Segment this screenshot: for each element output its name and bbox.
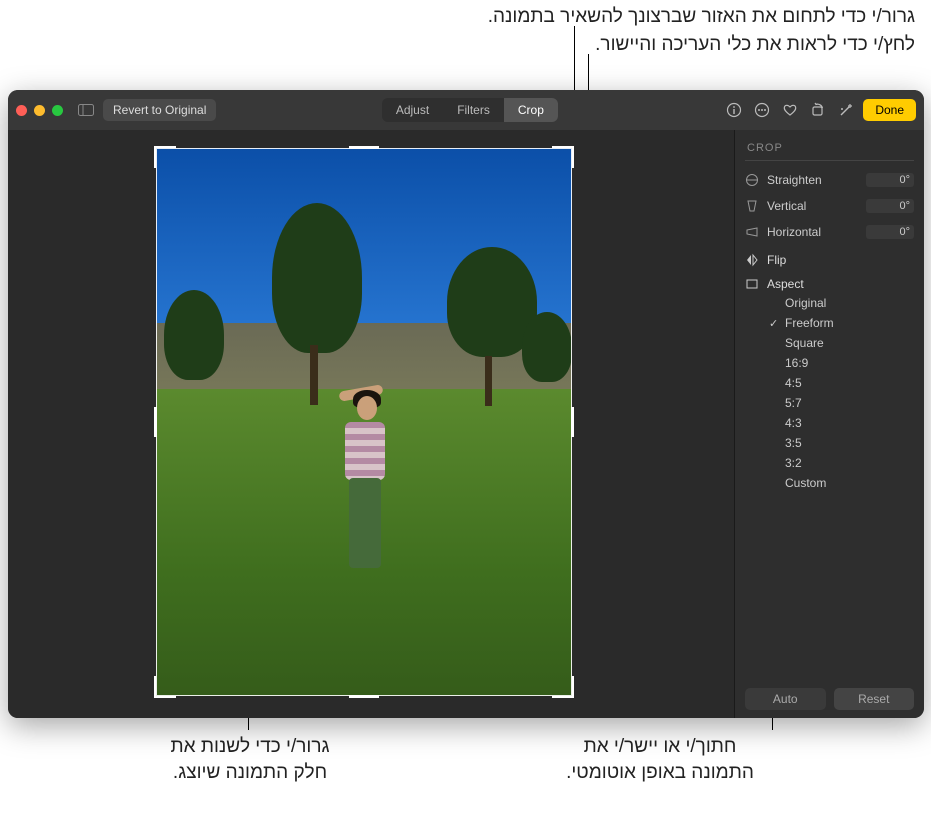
aspect-35[interactable]: 3:5 <box>769 433 914 453</box>
aspect-57[interactable]: 5:7 <box>769 393 914 413</box>
crop-handle-tr[interactable] <box>552 146 574 168</box>
crop-region[interactable] <box>156 148 572 696</box>
straighten-row[interactable]: Straighten 0° <box>745 170 914 190</box>
aspect-original-label: Original <box>785 296 826 310</box>
aspect-freeform[interactable]: ✓Freeform <box>769 313 914 333</box>
aspect-43[interactable]: 4:3 <box>769 413 914 433</box>
crop-handle-tl[interactable] <box>154 146 176 168</box>
toolbar: Revert to Original Adjust Filters Crop D… <box>8 90 924 131</box>
flip-label: Flip <box>763 253 786 267</box>
straighten-icon <box>745 173 763 187</box>
vertical-value[interactable]: 0° <box>866 199 914 213</box>
window-controls <box>16 105 63 116</box>
fullscreen-button[interactable] <box>52 105 63 116</box>
close-button[interactable] <box>16 105 27 116</box>
aspect-icon <box>745 277 763 291</box>
reset-button[interactable]: Reset <box>834 688 915 710</box>
callout-drag-border: גרור/י כדי לשנות את חלק התמונה שיוצג. <box>120 734 380 785</box>
aspect-45[interactable]: 4:5 <box>769 373 914 393</box>
crop-handle-br[interactable] <box>552 676 574 698</box>
photos-editor-window: Revert to Original Adjust Filters Crop D… <box>8 90 924 718</box>
horizontal-perspective-icon <box>745 225 763 239</box>
aspect-32[interactable]: 3:2 <box>769 453 914 473</box>
callout-auto-l1: חתוך/י או יישר/י את <box>530 734 790 760</box>
vertical-perspective-icon <box>745 199 763 213</box>
crop-handle-left[interactable] <box>154 407 157 437</box>
aspect-45-label: 4:5 <box>785 376 802 390</box>
leader-line <box>588 54 589 94</box>
aspect-list: Original ✓Freeform Square 16:9 4:5 5:7 4… <box>745 293 914 493</box>
rotate-icon[interactable] <box>807 99 829 121</box>
revert-button[interactable]: Revert to Original <box>103 99 216 121</box>
vertical-label: Vertical <box>763 199 866 213</box>
more-icon[interactable] <box>751 99 773 121</box>
crop-outline <box>156 148 572 696</box>
auto-enhance-icon[interactable] <box>835 99 857 121</box>
auto-button[interactable]: Auto <box>745 688 826 710</box>
aspect-custom[interactable]: Custom <box>769 473 914 493</box>
favorite-icon[interactable] <box>779 99 801 121</box>
aspect-square[interactable]: Square <box>769 333 914 353</box>
vertical-row[interactable]: Vertical 0° <box>745 196 914 216</box>
aspect-square-label: Square <box>785 336 824 350</box>
crop-handle-right[interactable] <box>571 407 574 437</box>
aspect-32-label: 3:2 <box>785 456 802 470</box>
aspect-57-label: 5:7 <box>785 396 802 410</box>
aspect-169[interactable]: 16:9 <box>769 353 914 373</box>
editor-body: CROP Straighten 0° Vertical 0° Horizo <box>8 130 924 718</box>
aspect-freeform-label: Freeform <box>785 316 834 330</box>
horizontal-value[interactable]: 0° <box>866 225 914 239</box>
aspect-row[interactable]: Aspect <box>745 277 914 291</box>
tab-filters[interactable]: Filters <box>443 98 504 122</box>
flip-row[interactable]: Flip <box>745 253 914 267</box>
sidebar-toggle-icon[interactable] <box>75 99 97 121</box>
callout-auto-l2: התמונה באופן אוטומטי. <box>530 760 790 786</box>
callout-drag-area: גרור/י כדי לתחום את האזור שברצונך להשאיר… <box>355 4 915 30</box>
horizontal-row[interactable]: Horizontal 0° <box>745 222 914 242</box>
aspect-original[interactable]: Original <box>769 293 914 313</box>
canvas <box>8 130 734 718</box>
tab-adjust[interactable]: Adjust <box>382 98 443 122</box>
aspect-custom-label: Custom <box>785 476 826 490</box>
inspector-footer: Auto Reset <box>745 688 914 710</box>
aspect-43-label: 4:3 <box>785 416 802 430</box>
minimize-button[interactable] <box>34 105 45 116</box>
panel-title: CROP <box>745 140 914 161</box>
callout-drag-border-l1: גרור/י כדי לשנות את <box>120 734 380 760</box>
info-icon[interactable] <box>723 99 745 121</box>
aspect-169-label: 16:9 <box>785 356 808 370</box>
callout-drag-border-l2: חלק התמונה שיוצג. <box>120 760 380 786</box>
crop-inspector: CROP Straighten 0° Vertical 0° Horizo <box>734 130 924 718</box>
flip-icon <box>745 253 763 267</box>
tab-crop[interactable]: Crop <box>504 98 558 122</box>
done-button[interactable]: Done <box>863 99 916 121</box>
horizontal-label: Horizontal <box>763 225 866 239</box>
straighten-value[interactable]: 0° <box>866 173 914 187</box>
crop-handle-bl[interactable] <box>154 676 176 698</box>
edit-mode-tabs: Adjust Filters Crop <box>382 98 558 122</box>
callout-auto: חתוך/י או יישר/י את התמונה באופן אוטומטי… <box>530 734 790 785</box>
straighten-label: Straighten <box>763 173 866 187</box>
crop-handle-bottom[interactable] <box>349 695 379 698</box>
aspect-35-label: 3:5 <box>785 436 802 450</box>
crop-handle-top[interactable] <box>349 146 379 149</box>
aspect-label: Aspect <box>763 277 804 291</box>
callout-crop-tab: לחץ/י כדי לראות את כלי העריכה והיישור. <box>395 32 915 58</box>
